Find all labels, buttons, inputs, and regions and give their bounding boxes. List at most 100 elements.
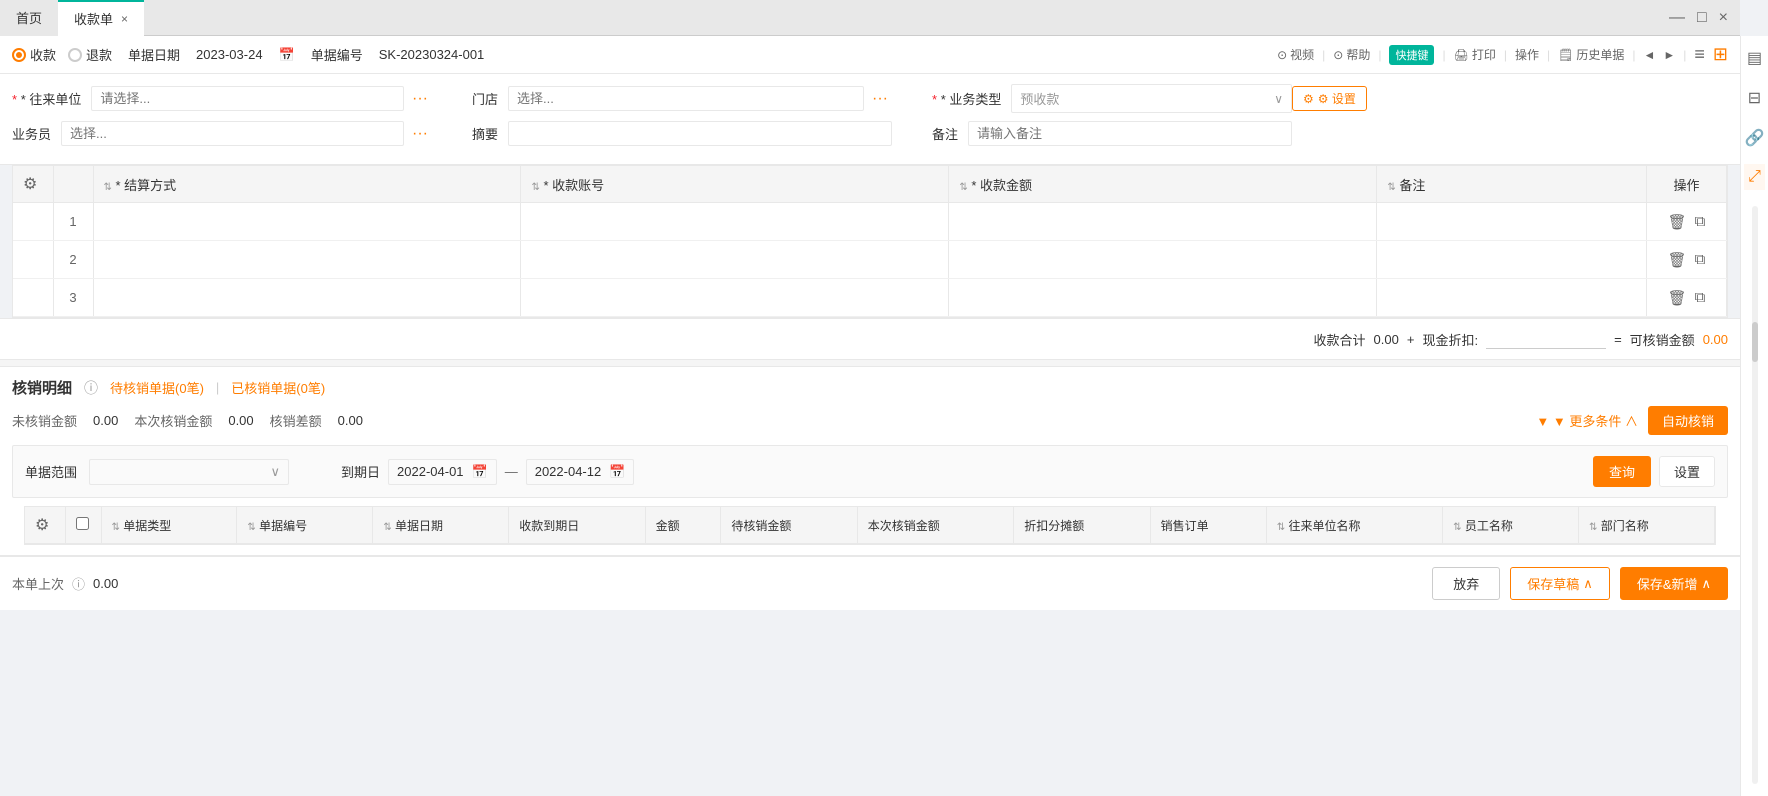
- row-3-settlement[interactable]: [93, 279, 521, 317]
- number-label: 单据编号: [311, 45, 363, 64]
- verify-value: 0.00: [1703, 332, 1728, 347]
- tab-close-icon[interactable]: ×: [121, 12, 128, 26]
- discount-input[interactable]: [1486, 329, 1606, 349]
- from-unit-more-btn[interactable]: ···: [408, 91, 432, 107]
- row-2-remark[interactable]: [1377, 241, 1647, 279]
- btable-pending-header: 待核销金额: [721, 507, 857, 544]
- row-1-copy-icon[interactable]: ⧉: [1695, 213, 1706, 231]
- date-from-input[interactable]: 2022-04-01 📅: [388, 459, 497, 485]
- row-1-delete-icon[interactable]: 🗑: [1668, 213, 1687, 231]
- summary-input[interactable]: [508, 121, 892, 146]
- range-label: 单据范围: [25, 462, 77, 481]
- pending-tab[interactable]: 待核销单据(0笔): [110, 378, 204, 397]
- maximize-btn[interactable]: □: [1693, 9, 1711, 27]
- row-3-amount[interactable]: [949, 279, 1377, 317]
- tab-home[interactable]: 首页: [0, 0, 58, 36]
- row-2-delete-icon[interactable]: 🗑: [1668, 251, 1687, 269]
- menu-icon-btn[interactable]: ≡: [1694, 44, 1705, 65]
- calendar-icon[interactable]: 📅: [279, 47, 295, 63]
- history-btn[interactable]: 🗒 历史单据: [1558, 46, 1624, 63]
- range-select[interactable]: ∨: [89, 459, 289, 485]
- table-gear-icon[interactable]: ⚙: [23, 176, 37, 193]
- minimize-btn[interactable]: —: [1665, 9, 1689, 27]
- row-1-settlement[interactable]: [93, 203, 521, 241]
- business-type-select[interactable]: 预收款 ∨: [1011, 84, 1292, 113]
- summary-label: 摘要: [472, 124, 498, 143]
- footer-left: 本单上次 ⓘ 0.00: [12, 574, 118, 593]
- save-new-btn[interactable]: 保存&新增 ∧: [1620, 567, 1728, 600]
- query-btn[interactable]: 查询: [1593, 456, 1651, 487]
- btable-checkbox-all[interactable]: [76, 517, 89, 530]
- sidebar-icon-4[interactable]: ⤢: [1744, 164, 1765, 190]
- row-3-remark[interactable]: [1377, 279, 1647, 317]
- verify-label: 可核销金额: [1630, 330, 1695, 349]
- store-input[interactable]: [508, 86, 864, 111]
- from-unit-label: * * 往来单位: [12, 89, 81, 108]
- btable-dept-header: ⇅ 部门名称: [1579, 507, 1715, 544]
- row-2-amount[interactable]: [949, 241, 1377, 279]
- close-btn[interactable]: ×: [1715, 9, 1732, 27]
- grid-icon-btn[interactable]: ⊞: [1713, 44, 1728, 65]
- date-range: 到期日 2022-04-01 📅 — 2022-04-12 📅: [341, 459, 634, 485]
- remark-input[interactable]: [968, 121, 1292, 146]
- print-btn[interactable]: 🖨 打印: [1454, 46, 1496, 63]
- setting-button[interactable]: ⚙ ⚙ 设置: [1292, 86, 1367, 111]
- sidebar-icon-3[interactable]: 🔗: [1741, 124, 1768, 152]
- top-toolbar: 收款 退款 单据日期 2023-03-24 📅 单据编号 SK-20230324…: [0, 36, 1740, 74]
- video-btn[interactable]: ⊙ 视频: [1277, 46, 1314, 63]
- verify-info-icon[interactable]: ⓘ: [84, 378, 98, 398]
- row-3-delete-icon[interactable]: 🗑: [1668, 289, 1687, 307]
- table-row: 3 🗑 ⧉: [13, 279, 1727, 317]
- row-3-copy-icon[interactable]: ⧉: [1695, 289, 1706, 307]
- from-unit-input[interactable]: [91, 86, 404, 111]
- row-2-copy-icon[interactable]: ⧉: [1695, 251, 1706, 269]
- this-order-label: 本单上次: [12, 574, 64, 593]
- tab-receipt[interactable]: 收款单 ×: [58, 0, 144, 36]
- auto-verify-btn[interactable]: 自动核销: [1648, 406, 1728, 435]
- col-amount-header: ⇅ * 收款金额: [949, 166, 1377, 203]
- date-to-input[interactable]: 2022-04-12 📅: [526, 459, 635, 485]
- salesperson-input[interactable]: [61, 121, 404, 146]
- operation-btn[interactable]: 操作: [1515, 46, 1539, 63]
- row-1-account[interactable]: [521, 203, 949, 241]
- filter-setting-btn[interactable]: 设置: [1659, 456, 1715, 487]
- receipt-type-radio: 收款 退款: [12, 45, 112, 64]
- keyboard-icon: 快捷键: [1389, 45, 1434, 65]
- radio-refund[interactable]: 退款: [68, 45, 112, 64]
- row-3-account[interactable]: [521, 279, 949, 317]
- arrow-right-btn[interactable]: ►: [1663, 48, 1675, 62]
- radio-refund-dot: [68, 48, 82, 62]
- sidebar-icon-1[interactable]: ▤: [1743, 44, 1766, 72]
- arrow-left-btn[interactable]: ◄: [1643, 48, 1655, 62]
- row-gear: [13, 241, 53, 279]
- btable-checkbox-col[interactable]: [65, 507, 101, 544]
- verified-tab[interactable]: 已核销单据(0笔): [231, 378, 325, 397]
- btable-gear-col[interactable]: ⚙: [25, 507, 65, 544]
- sidebar-icon-2[interactable]: ⊟: [1744, 84, 1765, 112]
- btable-gear-icon[interactable]: ⚙: [35, 517, 49, 534]
- save-draft-btn[interactable]: 保存草稿 ∧: [1510, 567, 1610, 600]
- store-more-btn[interactable]: ···: [868, 91, 892, 107]
- row-1-remark[interactable]: [1377, 203, 1647, 241]
- store-label: 门店: [472, 89, 498, 108]
- shortcut-btn[interactable]: 快捷键: [1389, 45, 1434, 65]
- col-action-header: 操作: [1647, 166, 1727, 203]
- salesperson-more-btn[interactable]: ···: [408, 126, 432, 142]
- table-gear-col[interactable]: ⚙: [13, 166, 53, 203]
- summary-row: 收款合计 0.00 + 现金折扣: = 可核销金额 0.00: [0, 318, 1740, 359]
- verify-diff-value: 0.00: [338, 413, 363, 428]
- scrollbar[interactable]: [1752, 206, 1758, 784]
- btable-discount-header: 折扣分摊额: [1014, 507, 1150, 544]
- more-conditions-btn[interactable]: ▼ ▼ 更多条件 ∧: [1536, 411, 1638, 430]
- row-2-account[interactable]: [521, 241, 949, 279]
- row-1-amount[interactable]: [949, 203, 1377, 241]
- row-gear: [13, 203, 53, 241]
- abandon-btn[interactable]: 放弃: [1432, 567, 1500, 600]
- row-2-settlement[interactable]: [93, 241, 521, 279]
- radio-receipt[interactable]: 收款: [12, 45, 56, 64]
- total-value: 0.00: [1374, 332, 1399, 347]
- footer-info-icon[interactable]: ⓘ: [72, 574, 85, 593]
- help-btn[interactable]: ⊙ 帮助: [1333, 46, 1370, 63]
- tab-bar: 首页 收款单 × — □ ×: [0, 0, 1740, 36]
- current-verify-label: 本次核销金额: [134, 411, 212, 430]
